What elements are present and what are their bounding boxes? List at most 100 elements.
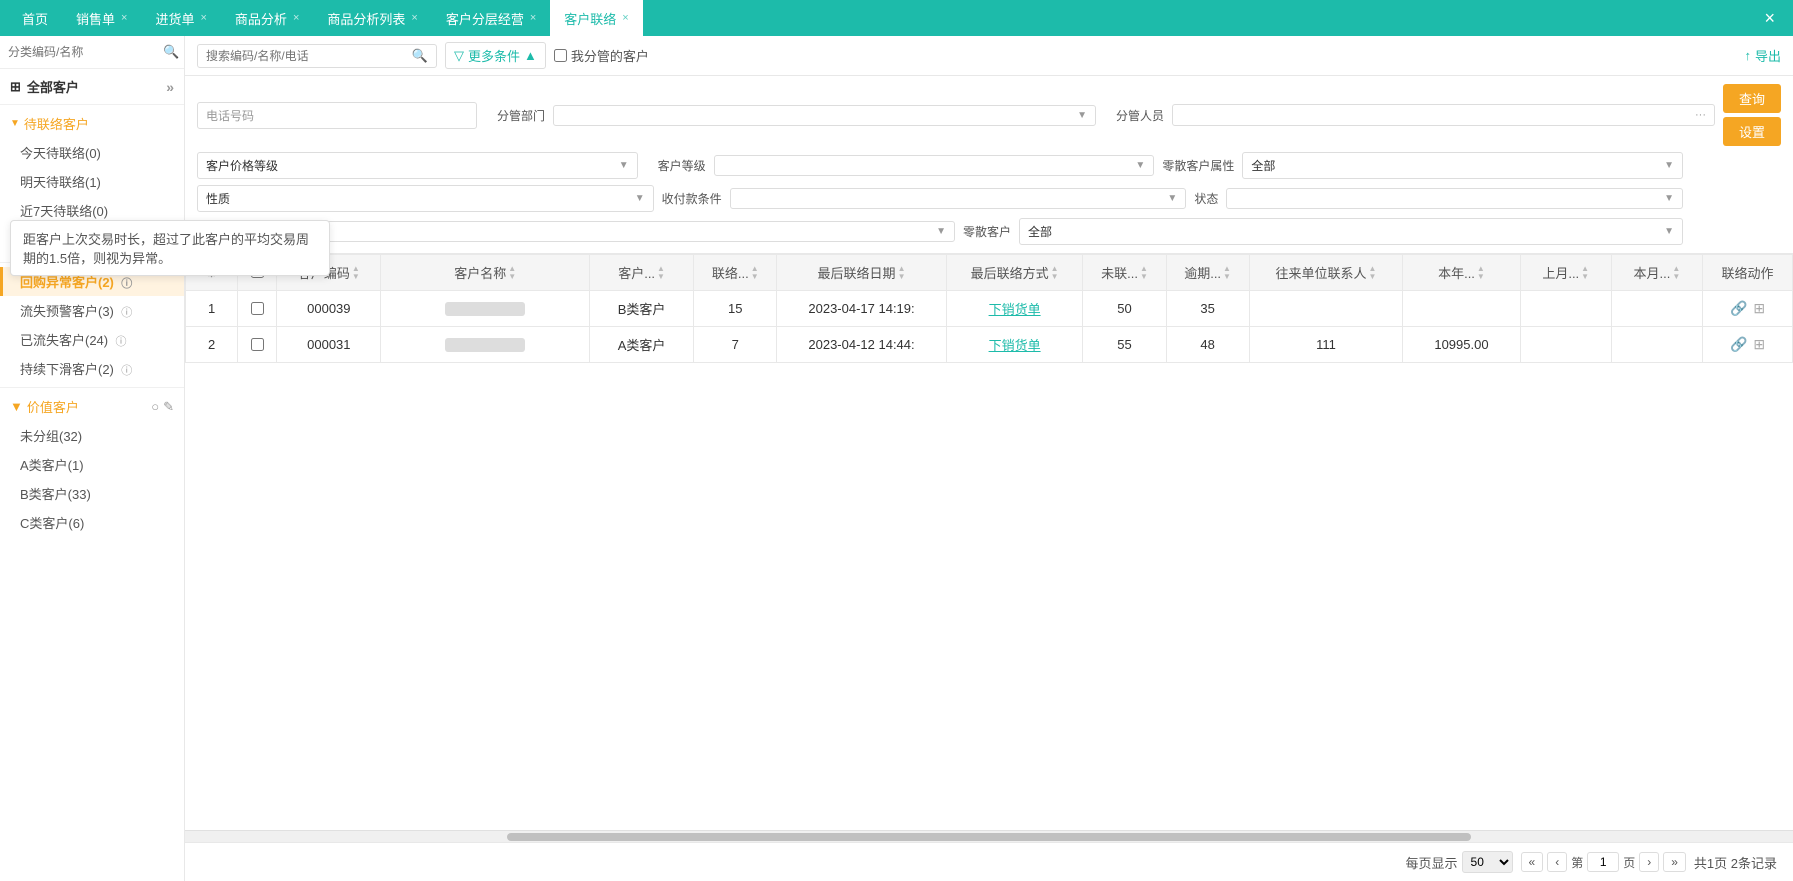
sidebar-item-churned[interactable]: 已流失客户(24) ⓘ [0,325,184,354]
more-filters-button[interactable]: ▽ 更多条件 ▲ [445,42,546,69]
sidebar-pending-title[interactable]: ▼ 待联络客户 [0,109,184,138]
export-button[interactable]: ↑ 导出 [1744,46,1781,65]
phone-field[interactable]: 电话号码 [197,102,477,129]
row2-unreached: 55 [1083,327,1166,363]
total-info: 共1页 2条记录 [1694,853,1777,872]
row1-checkbox[interactable] [251,302,264,315]
nav-customer-contact[interactable]: 客户联络 × [550,0,642,36]
customer-type-select[interactable]: ▼ [291,221,955,242]
row2-actions: 🔗 ⊞ [1703,327,1793,363]
nav-customer-layer[interactable]: 客户分层经营 × [432,0,550,36]
row2-grid-icon[interactable]: ⊞ [1753,336,1765,353]
circle-icon[interactable]: ○ [151,399,159,415]
th-this-month[interactable]: 本月... ▲▼ [1611,255,1702,291]
horizontal-scrollbar[interactable] [185,830,1793,842]
page-size-select[interactable]: 50 100 200 [1462,851,1513,873]
row2-last-month [1520,327,1611,363]
price-level-select[interactable]: 客户价格等级 ▼ [197,152,638,179]
my-customers-checkbox[interactable] [554,49,567,62]
row1-this-year [1403,291,1520,327]
nav-purchase-close[interactable]: × [200,12,206,24]
manager-select[interactable]: ··· [1172,104,1715,126]
row2-idx: 2 [186,327,238,363]
sidebar-item-unclassified[interactable]: 未分组(32) [0,421,184,450]
th-unreached[interactable]: 未联... ▲▼ [1083,255,1166,291]
retail-customer-select[interactable]: 全部 ▼ [1019,218,1683,245]
nav-goods-analysis-close[interactable]: × [293,12,299,24]
th-method[interactable]: 最后联络方式 ▲▼ [946,255,1083,291]
page-number-input[interactable] [1587,852,1619,872]
my-customers-filter: 我分管的客户 [554,46,649,65]
info-icon-3: ⓘ [115,336,126,348]
status-select[interactable]: ▼ [1226,188,1683,209]
scrollbar-thumb[interactable] [507,833,1472,841]
sidebar: 🔍 ⊞ 全部客户 » ▼ 待联络客户 今天待联络(0) 明天待联络(1) 近7天… [0,36,185,881]
sidebar-item-declining[interactable]: 持续下滑客户(2) ⓘ [0,354,184,383]
sort-arrows-date: ▲▼ [898,265,906,281]
edit-icon[interactable]: ✎ [163,399,174,415]
th-overdue[interactable]: 逾期... ▲▼ [1166,255,1249,291]
th-date[interactable]: 最后联络日期 ▲▼ [777,255,946,291]
row1-code: 000039 [277,291,381,327]
next-page-button[interactable]: › [1639,852,1659,872]
th-type[interactable]: 客户... ▲▼ [589,255,693,291]
query-button[interactable]: 查询 [1723,84,1781,113]
customer-level-select[interactable]: ▼ [714,155,1155,176]
row1-method-link[interactable]: 下销货单 [989,302,1041,317]
dept-select[interactable]: ▼ [553,105,1096,126]
th-contact[interactable]: 联络... ▲▼ [694,255,777,291]
nav-home[interactable]: 首页 [8,0,62,36]
sidebar-item-tomorrow[interactable]: 明天待联络(1) [0,167,184,196]
nav-sales[interactable]: 销售单 × [62,0,141,36]
row2-link-icon[interactable]: 🔗 [1730,336,1747,353]
sidebar-value-section[interactable]: ▼ 价值客户 ○ ✎ [0,392,184,421]
all-customers-label: 全部客户 [27,77,79,96]
row2-method-link[interactable]: 下销货单 [989,338,1041,353]
sidebar-all-customers: ⊞ 全部客户 » [0,69,184,105]
sidebar-item-b-class[interactable]: B类客户(33) [0,479,184,508]
main-search-icon[interactable]: 🔍 [412,48,428,64]
pay-terms-select[interactable]: ▼ [730,188,1187,209]
row2-type: A类客户 [589,327,693,363]
manager-more-icon[interactable]: ··· [1695,109,1706,121]
nav-sales-close[interactable]: × [121,12,127,24]
sidebar-search-input[interactable] [8,45,163,59]
info-icon: ⓘ [121,278,132,290]
gender-select[interactable]: 性质 ▼ [197,185,654,212]
th-this-year[interactable]: 本年... ▲▼ [1403,255,1520,291]
th-partner[interactable]: 往来单位联系人 ▲▼ [1249,255,1403,291]
window-close-button[interactable]: × [1754,8,1785,29]
row1-last-month [1520,291,1611,327]
sort-arrows-unreached: ▲▼ [1140,265,1148,281]
export-icon: ↑ [1744,48,1751,63]
table-row: 1 000039 B类客户 15 2023-04-17 14:19: 下销货单 … [186,291,1793,327]
nav-goods-analysis-list-close[interactable]: × [411,12,417,24]
th-name[interactable]: 客户名称 ▲▼ [381,255,590,291]
settings-button[interactable]: 设置 [1723,117,1781,146]
row2-checkbox[interactable] [251,338,264,351]
sidebar-search-icon[interactable]: 🔍 [163,44,179,60]
sidebar-item-c-class[interactable]: C类客户(6) [0,508,184,537]
sidebar-search-bar: 🔍 [0,36,184,69]
sidebar-collapse-icon[interactable]: » [166,79,174,95]
main-search-input[interactable] [206,49,412,63]
chevron-up-icon: ▲ [524,48,537,63]
th-last-month[interactable]: 上月... ▲▼ [1520,255,1611,291]
nav-goods-analysis[interactable]: 商品分析 × [221,0,313,36]
last-page-button[interactable]: » [1663,852,1686,872]
row1-grid-icon[interactable]: ⊞ [1753,300,1765,317]
row1-link-icon[interactable]: 🔗 [1730,300,1747,317]
nav-customer-layer-close[interactable]: × [530,12,536,24]
nav-customer-contact-close[interactable]: × [622,12,628,24]
first-page-button[interactable]: « [1521,852,1544,872]
sidebar-item-today[interactable]: 今天待联络(0) [0,138,184,167]
sort-arrows-contact: ▲▼ [751,265,759,281]
info-icon-4: ⓘ [121,365,132,377]
nav-goods-analysis-list[interactable]: 商品分析列表 × [313,0,431,36]
prev-page-button[interactable]: ‹ [1547,852,1567,872]
row1-type: B类客户 [589,291,693,327]
retail-attr-select[interactable]: 全部 ▼ [1242,152,1683,179]
sidebar-item-a-class[interactable]: A类客户(1) [0,450,184,479]
sidebar-item-churn-warning[interactable]: 流失预警客户(3) ⓘ [0,296,184,325]
nav-purchase[interactable]: 进货单 × [141,0,220,36]
